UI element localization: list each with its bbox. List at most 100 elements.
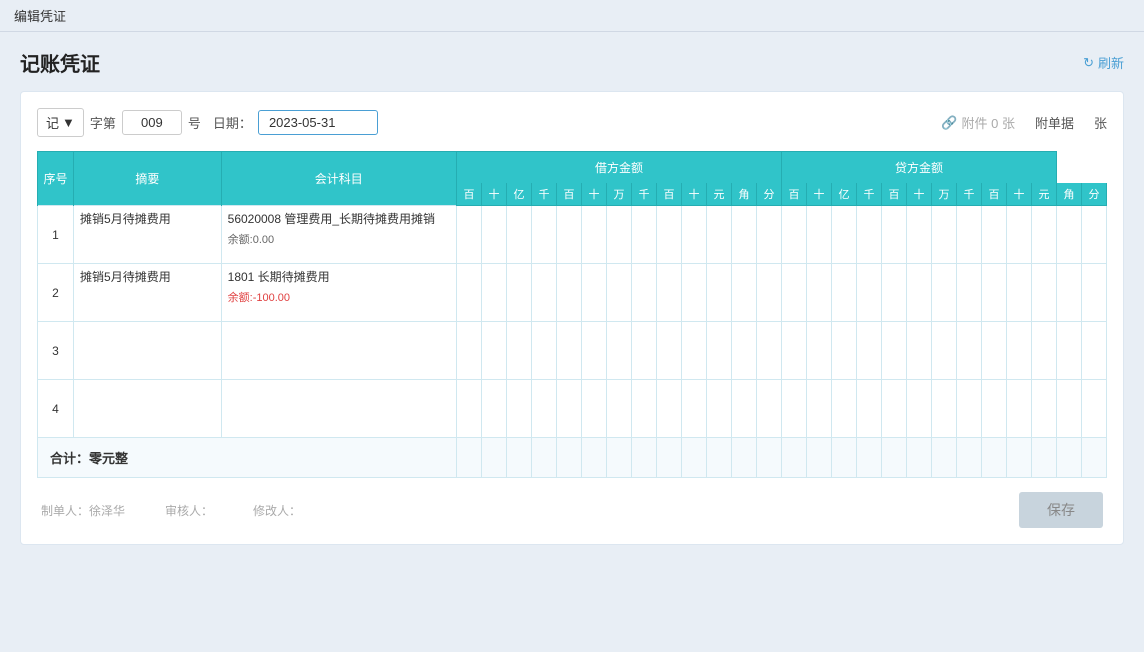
credit-digit-cell[interactable] — [1006, 322, 1031, 380]
debit-digit-cell[interactable] — [531, 206, 556, 264]
credit-digit-cell[interactable] — [881, 264, 906, 322]
credit-digit-cell[interactable] — [1006, 264, 1031, 322]
debit-digit-cell[interactable] — [481, 206, 506, 264]
debit-digit-cell[interactable] — [481, 264, 506, 322]
credit-digit-cell[interactable] — [1006, 206, 1031, 264]
row-account[interactable]: 1801 长期待摊费用余额:-100.00 — [221, 264, 456, 322]
credit-digit-cell[interactable] — [931, 264, 956, 322]
date-input[interactable] — [258, 110, 378, 135]
debit-digit-cell[interactable] — [706, 206, 731, 264]
credit-digit-cell[interactable] — [981, 380, 1006, 438]
credit-digit-cell[interactable] — [956, 380, 981, 438]
credit-digit-cell[interactable] — [1006, 380, 1031, 438]
credit-digit-cell[interactable] — [831, 322, 856, 380]
credit-digit-cell[interactable] — [881, 206, 906, 264]
credit-digit-cell[interactable] — [931, 322, 956, 380]
debit-digit-cell[interactable] — [581, 264, 606, 322]
credit-digit-cell[interactable] — [1081, 264, 1106, 322]
fudanju-button[interactable]: 附单据 — [1035, 113, 1074, 132]
debit-digit-cell[interactable] — [656, 206, 681, 264]
credit-digit-cell[interactable] — [831, 206, 856, 264]
debit-digit-cell[interactable] — [531, 322, 556, 380]
debit-digit-cell[interactable] — [631, 206, 656, 264]
credit-digit-cell[interactable] — [1031, 380, 1056, 438]
debit-digit-cell[interactable] — [481, 322, 506, 380]
row-summary[interactable]: 摊销5月待摊费用 — [74, 206, 222, 264]
credit-digit-cell[interactable] — [906, 322, 931, 380]
credit-digit-cell[interactable] — [981, 322, 1006, 380]
credit-digit-cell[interactable] — [956, 264, 981, 322]
debit-digit-cell[interactable] — [681, 380, 706, 438]
save-button[interactable]: 保存 — [1019, 492, 1103, 528]
debit-digit-cell[interactable] — [756, 322, 781, 380]
credit-digit-cell[interactable] — [1031, 264, 1056, 322]
credit-digit-cell[interactable] — [906, 264, 931, 322]
debit-digit-cell[interactable] — [531, 380, 556, 438]
debit-digit-cell[interactable] — [631, 322, 656, 380]
credit-digit-cell[interactable] — [1031, 206, 1056, 264]
debit-digit-cell[interactable] — [456, 206, 481, 264]
debit-digit-cell[interactable] — [606, 264, 631, 322]
credit-digit-cell[interactable] — [856, 206, 881, 264]
credit-digit-cell[interactable] — [956, 322, 981, 380]
row-summary[interactable]: 摊销5月待摊费用 — [74, 264, 222, 322]
debit-digit-cell[interactable] — [731, 322, 756, 380]
row-account[interactable] — [221, 322, 456, 380]
debit-digit-cell[interactable] — [506, 322, 531, 380]
debit-digit-cell[interactable] — [606, 322, 631, 380]
debit-digit-cell[interactable] — [731, 264, 756, 322]
debit-digit-cell[interactable] — [581, 380, 606, 438]
row-summary[interactable] — [74, 322, 222, 380]
credit-digit-cell[interactable] — [781, 264, 806, 322]
voucher-type-button[interactable]: 记 ▼ — [37, 108, 84, 137]
credit-digit-cell[interactable] — [1056, 322, 1081, 380]
credit-digit-cell[interactable] — [981, 206, 1006, 264]
credit-digit-cell[interactable] — [906, 380, 931, 438]
credit-digit-cell[interactable] — [806, 264, 831, 322]
credit-digit-cell[interactable] — [831, 380, 856, 438]
debit-digit-cell[interactable] — [481, 380, 506, 438]
debit-digit-cell[interactable] — [656, 322, 681, 380]
credit-digit-cell[interactable] — [981, 264, 1006, 322]
debit-digit-cell[interactable] — [756, 206, 781, 264]
debit-digit-cell[interactable] — [681, 206, 706, 264]
debit-digit-cell[interactable] — [681, 322, 706, 380]
credit-digit-cell[interactable] — [1056, 264, 1081, 322]
credit-digit-cell[interactable] — [906, 206, 931, 264]
credit-digit-cell[interactable] — [781, 322, 806, 380]
credit-digit-cell[interactable] — [781, 380, 806, 438]
credit-digit-cell[interactable] — [856, 380, 881, 438]
credit-digit-cell[interactable] — [806, 380, 831, 438]
debit-digit-cell[interactable] — [656, 264, 681, 322]
debit-digit-cell[interactable] — [756, 264, 781, 322]
debit-digit-cell[interactable] — [456, 264, 481, 322]
debit-digit-cell[interactable] — [556, 264, 581, 322]
credit-digit-cell[interactable] — [1031, 322, 1056, 380]
debit-digit-cell[interactable] — [731, 380, 756, 438]
debit-digit-cell[interactable] — [506, 264, 531, 322]
credit-digit-cell[interactable] — [881, 322, 906, 380]
debit-digit-cell[interactable] — [681, 264, 706, 322]
attachment-link[interactable]: 🔗 附件 0 张 — [941, 113, 1015, 132]
debit-digit-cell[interactable] — [506, 380, 531, 438]
row-account[interactable] — [221, 380, 456, 438]
credit-digit-cell[interactable] — [856, 322, 881, 380]
credit-digit-cell[interactable] — [856, 264, 881, 322]
debit-digit-cell[interactable] — [556, 322, 581, 380]
credit-digit-cell[interactable] — [806, 206, 831, 264]
credit-digit-cell[interactable] — [1056, 206, 1081, 264]
credit-digit-cell[interactable] — [956, 206, 981, 264]
zi-number-input[interactable] — [122, 110, 182, 135]
debit-digit-cell[interactable] — [656, 380, 681, 438]
debit-digit-cell[interactable] — [531, 264, 556, 322]
debit-digit-cell[interactable] — [631, 380, 656, 438]
credit-digit-cell[interactable] — [1056, 380, 1081, 438]
credit-digit-cell[interactable] — [831, 264, 856, 322]
debit-digit-cell[interactable] — [606, 380, 631, 438]
credit-digit-cell[interactable] — [1081, 322, 1106, 380]
debit-digit-cell[interactable] — [581, 206, 606, 264]
credit-digit-cell[interactable] — [806, 322, 831, 380]
debit-digit-cell[interactable] — [706, 264, 731, 322]
debit-digit-cell[interactable] — [731, 206, 756, 264]
row-account[interactable]: 56020008 管理费用_长期待摊费用摊销余额:0.00 — [221, 206, 456, 264]
